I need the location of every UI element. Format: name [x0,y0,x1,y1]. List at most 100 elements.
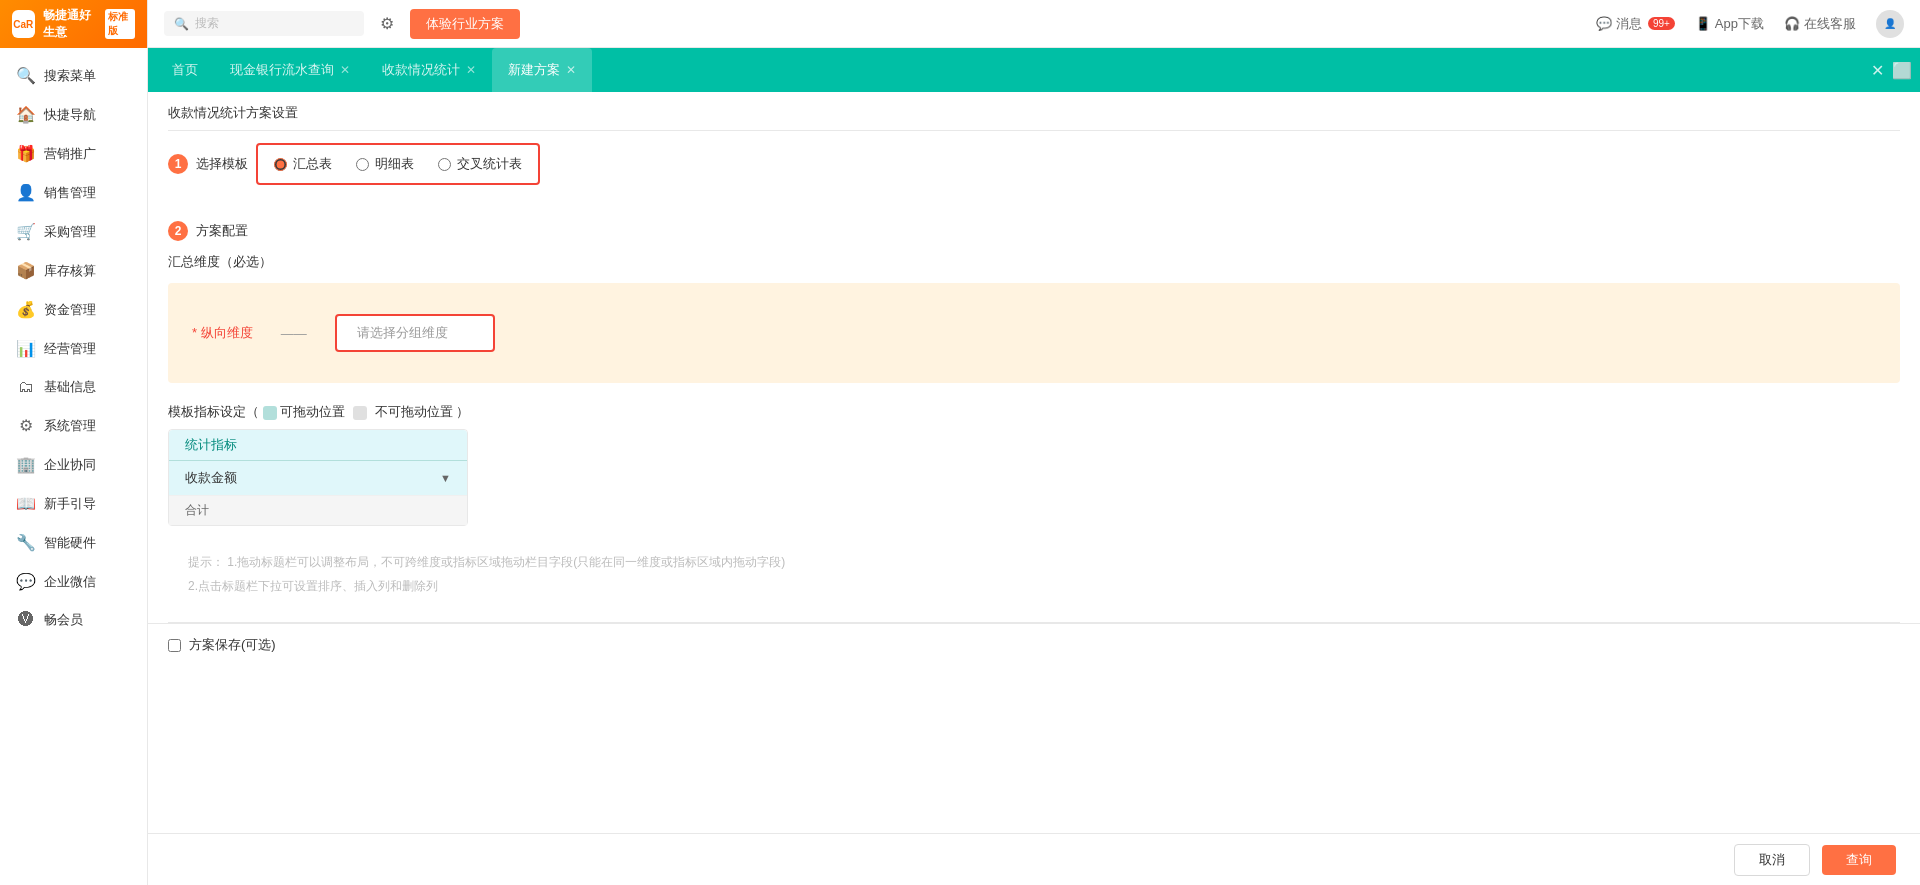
tab-home[interactable]: 首页 [156,48,214,92]
locked-dot [353,406,367,420]
sidebar-item-label: 库存核算 [44,262,96,280]
radio-summary-label[interactable]: 汇总表 [293,155,332,173]
message-label: 消息 [1616,15,1642,33]
sidebar-item-label: 资金管理 [44,301,96,319]
tips-area: 提示： 1.拖动标题栏可以调整布局，不可跨维度或指标区域拖动栏目字段(只能在同一… [168,538,1900,610]
step1-title: 选择模板 [196,155,248,173]
inventory-icon: 📦 [16,261,36,280]
save-option-label[interactable]: 方案保存(可选) [189,636,276,654]
tabbar-actions: ✕ ⬜ [1871,61,1912,80]
sidebar-item-hardware[interactable]: 🔧 智能硬件 [0,523,147,562]
tab-bank-flow[interactable]: 现金银行流水查询 ✕ [214,48,366,92]
message-icon: 💬 [1596,16,1612,31]
sidebar-header: CaR 畅捷通好生意 标准版 [0,0,147,48]
radio-summary[interactable]: 汇总表 [274,155,332,173]
radio-detail-label[interactable]: 明细表 [375,155,414,173]
download-item[interactable]: 📱 App下载 [1695,15,1764,33]
radio-cross[interactable]: 交叉统计表 [438,155,522,173]
dimension-select-box[interactable]: 请选择分组维度 [335,314,495,352]
message-badge: 99+ [1648,17,1675,30]
content-area: 收款情况统计方案设置 1 选择模板 汇总表 [148,92,1920,833]
query-button[interactable]: 查询 [1822,845,1896,875]
sidebar-item-basics[interactable]: 🗂 基础信息 [0,368,147,406]
sidebar-item-label: 营销推广 [44,145,96,163]
sidebar-item-label: 新手引导 [44,495,96,513]
search-placeholder: 搜索 [195,15,219,32]
radio-detail[interactable]: 明细表 [356,155,414,173]
radio-cross-input[interactable] [438,158,451,171]
sidebar-item-label: 畅会员 [44,611,83,629]
sidebar-item-label: 快捷导航 [44,106,96,124]
logo-icon: CaR [12,10,35,38]
close-all-icon[interactable]: ✕ [1871,61,1884,80]
metric-table-header: 统计指标 [169,430,467,461]
maximize-icon[interactable]: ⬜ [1892,61,1912,80]
template-select-area: 汇总表 明细表 交叉统计表 [256,143,540,185]
main-area: 🔍 搜索 ⚙ 体验行业方案 💬 消息 99+ 📱 App下载 🎧 在线客服 👤 [148,0,1920,885]
sidebar-item-system[interactable]: ⚙ 系统管理 [0,406,147,445]
enterprise-icon: 🏢 [16,455,36,474]
sidebar-item-finance[interactable]: 💰 资金管理 [0,290,147,329]
sidebar-item-label: 智能硬件 [44,534,96,552]
radio-cross-label[interactable]: 交叉统计表 [457,155,522,173]
sidebar-item-inventory[interactable]: 📦 库存核算 [0,251,147,290]
draggable-dot [263,406,277,420]
sidebar-item-quick-nav[interactable]: 🏠 快捷导航 [0,95,147,134]
search-icon: 🔍 [174,17,189,31]
message-item[interactable]: 💬 消息 99+ [1596,15,1675,33]
app-name: 畅捷通好生意 [43,7,101,41]
tab-receipt-stats-close[interactable]: ✕ [466,63,476,77]
page-header: 收款情况统计方案设置 [148,92,1920,130]
step1-section: 1 选择模板 汇总表 明细表 交 [148,131,1920,209]
bottom-bar: 取消 查询 [148,833,1920,885]
step2-circle: 2 [168,221,188,241]
save-option-checkbox[interactable] [168,639,181,652]
member-icon: 🅥 [16,611,36,629]
tab-receipt-stats-label: 收款情况统计 [382,61,460,79]
search-box[interactable]: 🔍 搜索 [164,11,364,36]
chevron-down-icon[interactable]: ▼ [440,472,451,484]
sidebar-item-purchase[interactable]: 🛒 采购管理 [0,212,147,251]
sidebar-item-weixin[interactable]: 💬 企业微信 [0,562,147,601]
topbar: 🔍 搜索 ⚙ 体验行业方案 💬 消息 99+ 📱 App下载 🎧 在线客服 👤 [148,0,1920,48]
page-title: 收款情况统计方案设置 [168,105,298,120]
cancel-button[interactable]: 取消 [1734,844,1810,876]
sidebar-item-enterprise[interactable]: 🏢 企业协同 [0,445,147,484]
radio-summary-input[interactable] [274,158,287,171]
metric-col1-header-row: 收款金额 ▼ [185,469,451,487]
radio-detail-input[interactable] [356,158,369,171]
tab-new-plan-close[interactable]: ✕ [566,63,576,77]
step1-circle: 1 [168,154,188,174]
quick-nav-icon: 🏠 [16,105,36,124]
guide-icon: 📖 [16,494,36,513]
tab-receipt-stats[interactable]: 收款情况统计 ✕ [366,48,492,92]
settings-icon[interactable]: ⚙ [380,14,394,33]
metric-cell-col1[interactable]: 收款金额 ▼ [169,461,467,496]
sidebar-item-guide[interactable]: 📖 新手引导 [0,484,147,523]
user-avatar[interactable]: 👤 [1876,10,1904,38]
dimension-arrow: —— [281,326,307,341]
sidebar-item-marketing[interactable]: 🎁 营销推广 [0,134,147,173]
metric-cell-total: 合计 [169,496,467,525]
step2-label: 2 方案配置 [168,221,1900,241]
sidebar-item-label: 采购管理 [44,223,96,241]
weixin-icon: 💬 [16,572,36,591]
sidebar-item-operations[interactable]: 📊 经营管理 [0,329,147,368]
industry-solution-button[interactable]: 体验行业方案 [410,9,520,39]
tab-bank-flow-close[interactable]: ✕ [340,63,350,77]
marketing-icon: 🎁 [16,144,36,163]
sidebar-item-member[interactable]: 🅥 畅会员 [0,601,147,639]
metric-header: 模板指标设定（ 可拖动位置 不可拖动位置 ） [168,403,1900,421]
service-label: 在线客服 [1804,15,1856,33]
sidebar-item-search-menu[interactable]: 🔍 搜索菜单 [0,56,147,95]
content-inner: 收款情况统计方案设置 1 选择模板 汇总表 [148,92,1920,833]
finance-icon: 💰 [16,300,36,319]
row-dimension-label: * 纵向维度 [192,324,253,342]
service-item[interactable]: 🎧 在线客服 [1784,15,1856,33]
metric-table-header-label: 统计指标 [185,437,237,452]
sidebar-item-label: 搜索菜单 [44,67,96,85]
tab-new-plan[interactable]: 新建方案 ✕ [492,48,592,92]
sidebar-item-sales[interactable]: 👤 销售管理 [0,173,147,212]
tip-2: 2.点击标题栏下拉可设置排序、插入列和删除列 [188,574,1880,598]
tab-bank-flow-label: 现金银行流水查询 [230,61,334,79]
